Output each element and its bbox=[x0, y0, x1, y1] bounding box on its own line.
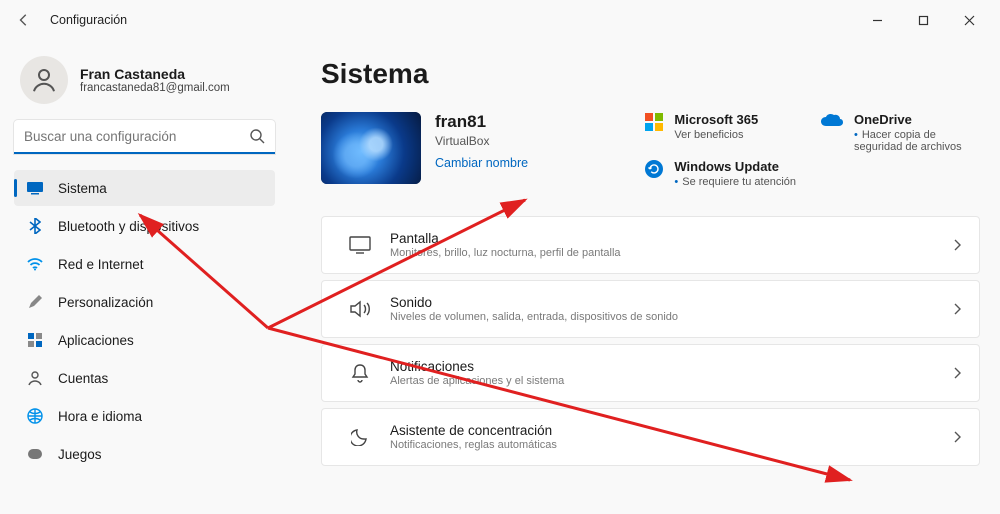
close-button[interactable] bbox=[946, 4, 992, 36]
sidebar-item-label: Aplicaciones bbox=[58, 333, 134, 348]
bell-icon bbox=[342, 363, 378, 383]
system-icon bbox=[26, 181, 44, 195]
rename-pc-link[interactable]: Cambiar nombre bbox=[435, 156, 528, 170]
panel-title: Pantalla bbox=[390, 231, 621, 246]
moon-icon bbox=[342, 428, 378, 446]
status-windows-update[interactable]: Windows Update Se requiere tu atención bbox=[644, 159, 796, 188]
brush-icon bbox=[26, 294, 44, 310]
settings-panels: Pantalla Monitores, brillo, luz nocturna… bbox=[321, 216, 980, 466]
sidebar-item-label: Cuentas bbox=[58, 371, 108, 386]
display-icon bbox=[342, 236, 378, 254]
sidebar-item-label: Hora e idioma bbox=[58, 409, 142, 424]
status-sub: Hacer copia de seguridad de archivos bbox=[854, 129, 980, 153]
sidebar-item-personalizacion[interactable]: Personalización bbox=[14, 284, 275, 320]
status-onedrive[interactable]: OneDrive Hacer copia de seguridad de arc… bbox=[820, 112, 980, 153]
panel-title: Notificaciones bbox=[390, 359, 564, 374]
apps-icon bbox=[26, 333, 44, 347]
user-name: Fran Castaneda bbox=[80, 66, 230, 82]
sidebar-item-label: Sistema bbox=[58, 181, 107, 196]
status-title: Windows Update bbox=[674, 159, 796, 174]
back-button[interactable] bbox=[8, 4, 40, 36]
sidebar-nav: Sistema Bluetooth y dispositivos Red e I… bbox=[14, 170, 275, 472]
page-title: Sistema bbox=[321, 58, 980, 90]
gaming-icon bbox=[26, 448, 44, 460]
sidebar: Fran Castaneda francastaneda81@gmail.com… bbox=[0, 40, 285, 514]
chevron-right-icon bbox=[953, 239, 961, 251]
panel-sub: Niveles de volumen, salida, entrada, dis… bbox=[390, 311, 678, 323]
panel-sub: Monitores, brillo, luz nocturna, perfil … bbox=[390, 247, 621, 259]
main-content: Sistema fran81 VirtualBox Cambiar nombre bbox=[285, 40, 1000, 514]
minimize-button[interactable] bbox=[854, 4, 900, 36]
update-icon bbox=[644, 159, 664, 179]
network-icon bbox=[26, 257, 44, 271]
pc-wallpaper-thumb bbox=[321, 112, 421, 184]
accounts-icon bbox=[26, 370, 44, 386]
sidebar-item-red[interactable]: Red e Internet bbox=[14, 246, 275, 282]
chevron-right-icon bbox=[953, 303, 961, 315]
panel-sub: Notificaciones, reglas automáticas bbox=[390, 439, 557, 451]
panel-notificaciones[interactable]: Notificaciones Alertas de aplicaciones y… bbox=[321, 344, 980, 402]
app-title: Configuración bbox=[50, 13, 127, 27]
search-icon bbox=[249, 128, 265, 144]
status-m365[interactable]: Microsoft 365 Ver beneficios bbox=[644, 112, 796, 141]
pc-model: VirtualBox bbox=[435, 134, 528, 148]
pc-card: fran81 VirtualBox Cambiar nombre bbox=[321, 112, 528, 188]
panel-pantalla[interactable]: Pantalla Monitores, brillo, luz nocturna… bbox=[321, 216, 980, 274]
search-box[interactable] bbox=[14, 120, 275, 154]
panel-sonido[interactable]: Sonido Niveles de volumen, salida, entra… bbox=[321, 280, 980, 338]
onedrive-icon bbox=[820, 112, 844, 128]
sidebar-item-label: Juegos bbox=[58, 447, 102, 462]
chevron-right-icon bbox=[953, 431, 961, 443]
sidebar-item-label: Red e Internet bbox=[58, 257, 144, 272]
bluetooth-icon bbox=[26, 218, 44, 234]
search-input[interactable] bbox=[14, 120, 275, 154]
sidebar-item-label: Personalización bbox=[58, 295, 153, 310]
sidebar-item-label: Bluetooth y dispositivos bbox=[58, 219, 199, 234]
sidebar-item-bluetooth[interactable]: Bluetooth y dispositivos bbox=[14, 208, 275, 244]
user-email: francastaneda81@gmail.com bbox=[80, 82, 230, 94]
sound-icon bbox=[342, 300, 378, 318]
sidebar-item-cuentas[interactable]: Cuentas bbox=[14, 360, 275, 396]
panel-title: Sonido bbox=[390, 295, 678, 310]
panel-asistente-concentracion[interactable]: Asistente de concentración Notificacione… bbox=[321, 408, 980, 466]
status-title: Microsoft 365 bbox=[674, 112, 758, 127]
sidebar-item-sistema[interactable]: Sistema bbox=[14, 170, 275, 206]
sidebar-item-aplicaciones[interactable]: Aplicaciones bbox=[14, 322, 275, 358]
avatar bbox=[20, 56, 68, 104]
time-language-icon bbox=[26, 408, 44, 424]
sidebar-item-juegos[interactable]: Juegos bbox=[14, 436, 275, 472]
m365-icon bbox=[644, 112, 664, 132]
panel-title: Asistente de concentración bbox=[390, 423, 557, 438]
user-card[interactable]: Fran Castaneda francastaneda81@gmail.com bbox=[20, 56, 275, 104]
maximize-button[interactable] bbox=[900, 4, 946, 36]
chevron-right-icon bbox=[953, 367, 961, 379]
status-sub: Se requiere tu atención bbox=[674, 176, 796, 188]
status-sub: Ver beneficios bbox=[674, 129, 758, 141]
pc-name: fran81 bbox=[435, 112, 528, 132]
sidebar-item-hora[interactable]: Hora e idioma bbox=[14, 398, 275, 434]
panel-sub: Alertas de aplicaciones y el sistema bbox=[390, 375, 564, 387]
status-title: OneDrive bbox=[854, 112, 980, 127]
titlebar: Configuración bbox=[0, 0, 1000, 40]
